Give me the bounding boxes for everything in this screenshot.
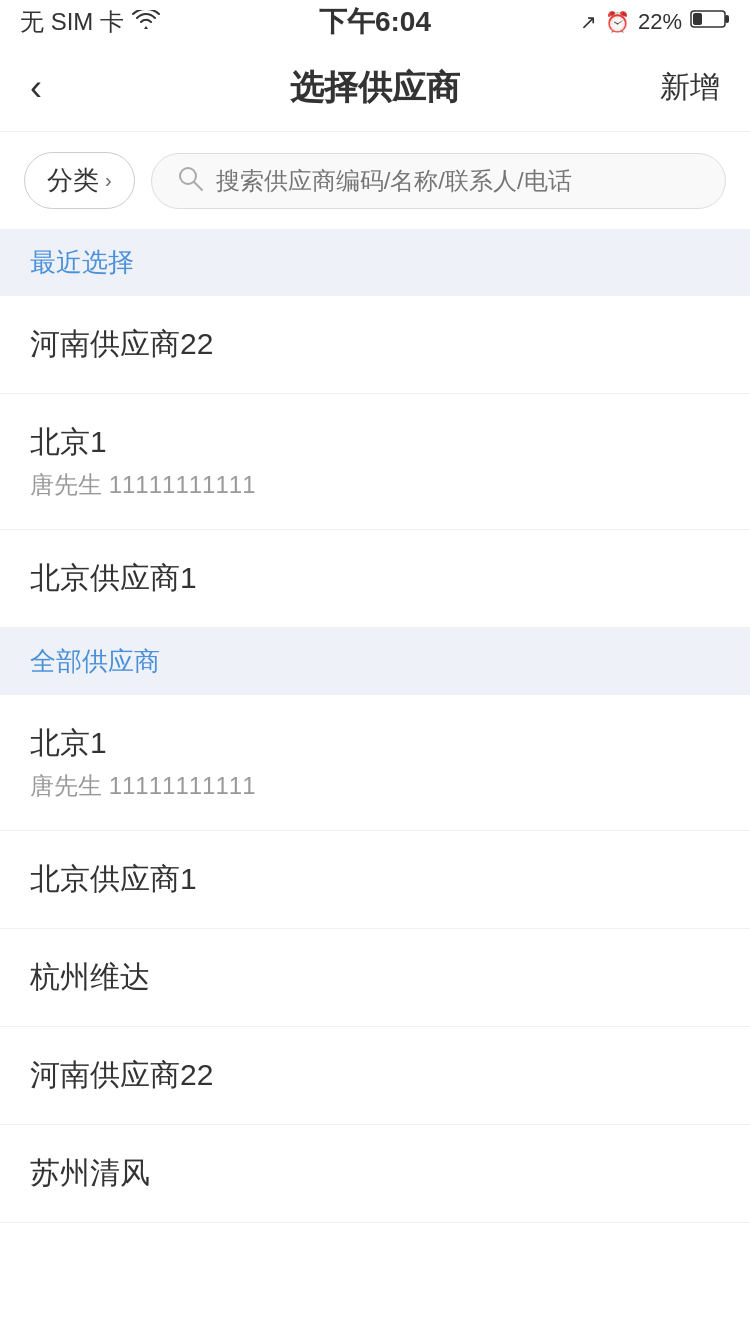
all-section: 全部供应商 北京1 唐先生 11111111111 北京供应商1 杭州维达 河南… [0, 628, 750, 1223]
back-button[interactable]: ‹ [30, 67, 42, 109]
recent-item-2[interactable]: 北京1 唐先生 11111111111 [0, 394, 750, 530]
recent-section: 最近选择 河南供应商22 北京1 唐先生 11111111111 北京供应商1 [0, 229, 750, 628]
no-sim-text: 无 SIM 卡 [20, 6, 124, 38]
status-right: ↗ ⏰ 22% [580, 9, 730, 35]
alarm-icon: ⏰ [605, 10, 630, 34]
status-time: 下午6:04 [319, 3, 431, 41]
search-input[interactable] [216, 167, 701, 195]
all-section-header: 全部供应商 [0, 628, 750, 695]
status-bar: 无 SIM 卡 下午6:04 ↗ ⏰ 22% [0, 0, 750, 44]
category-label: 分类 [47, 163, 99, 198]
svg-line-4 [194, 182, 202, 190]
all-item-5[interactable]: 苏州清风 [0, 1125, 750, 1223]
filter-bar: 分类 › [0, 132, 750, 229]
all-item-1[interactable]: 北京1 唐先生 11111111111 [0, 695, 750, 831]
battery-icon [690, 9, 730, 35]
recent-section-label: 最近选择 [30, 247, 134, 277]
nav-bar: ‹ 选择供应商 新增 [0, 44, 750, 132]
location-icon: ↗ [580, 10, 597, 34]
supplier-name: 北京供应商1 [30, 558, 720, 599]
wifi-icon [132, 8, 160, 36]
search-icon [176, 164, 204, 198]
recent-section-header: 最近选择 [0, 229, 750, 296]
add-button[interactable]: 新增 [660, 67, 720, 108]
supplier-name: 河南供应商22 [30, 1055, 720, 1096]
supplier-name: 北京1 [30, 422, 720, 463]
page-title: 选择供应商 [290, 65, 460, 111]
supplier-contact: 唐先生 11111111111 [30, 770, 720, 802]
chevron-icon: › [105, 169, 112, 192]
svg-rect-2 [693, 13, 702, 25]
all-item-2[interactable]: 北京供应商1 [0, 831, 750, 929]
supplier-name: 苏州清风 [30, 1153, 720, 1194]
supplier-name: 北京1 [30, 723, 720, 764]
all-section-label: 全部供应商 [30, 646, 160, 676]
all-item-4[interactable]: 河南供应商22 [0, 1027, 750, 1125]
supplier-contact: 唐先生 11111111111 [30, 469, 720, 501]
supplier-name: 河南供应商22 [30, 324, 720, 365]
supplier-name: 北京供应商1 [30, 859, 720, 900]
svg-rect-1 [725, 15, 729, 23]
search-box [151, 153, 726, 209]
status-left: 无 SIM 卡 [20, 6, 160, 38]
recent-item-1[interactable]: 河南供应商22 [0, 296, 750, 394]
recent-item-3[interactable]: 北京供应商1 [0, 530, 750, 628]
battery-text: 22% [638, 9, 682, 35]
category-filter[interactable]: 分类 › [24, 152, 135, 209]
all-item-3[interactable]: 杭州维达 [0, 929, 750, 1027]
supplier-name: 杭州维达 [30, 957, 720, 998]
